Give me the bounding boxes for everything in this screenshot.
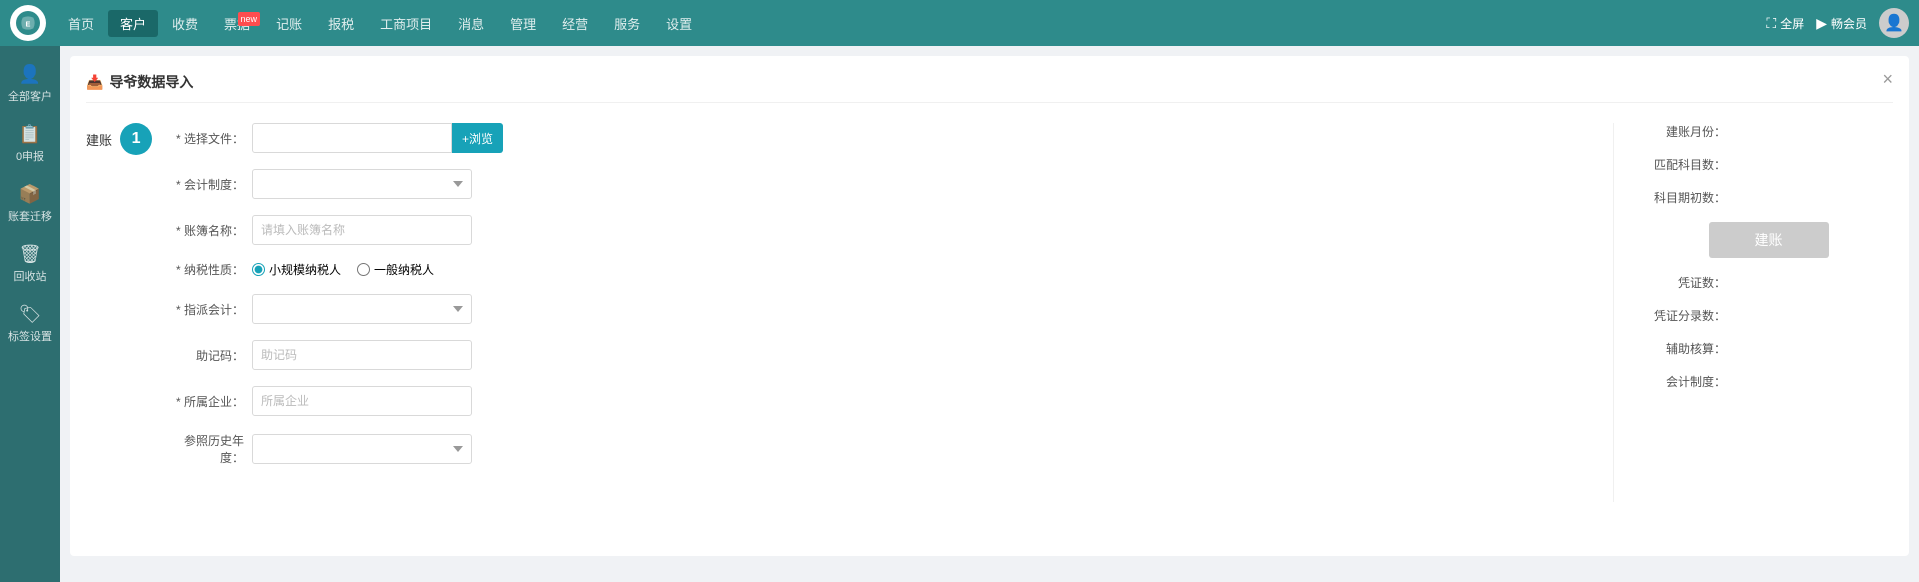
history-label: 参照历史年度： — [172, 432, 252, 466]
period-row: 科目期初数： — [1644, 189, 1893, 206]
form-right: 建账月份： 匹配科目数： 科目期初数： 建账 — [1613, 123, 1893, 502]
form-body: 建账 1 * 选择文件： +浏览 — [86, 123, 1893, 502]
panel-title: 导爷数据导入 — [109, 72, 193, 92]
nav-right-area: ⛶ 全屏 ▶ 畅会员 👤 — [1766, 8, 1909, 38]
sidebar-item-all-customers[interactable]: 👤 全部客户 — [0, 56, 60, 112]
voucher-entries-row: 凭证分录数： — [1644, 307, 1893, 324]
match-label: 匹配科目数： — [1644, 156, 1734, 173]
general-taxpayer-option[interactable]: 一般纳税人 — [357, 261, 434, 278]
company-input[interactable] — [252, 386, 472, 416]
build-btn-wrap: 建账 — [1644, 222, 1893, 258]
close-button[interactable]: × — [1882, 70, 1893, 88]
sidebar-item-tag-settings[interactable]: 🏷 标签设置 — [0, 296, 60, 352]
sidebar: 👤 全部客户 📋 0申报 📦 账套迁移 🗑 回收站 🏷 标签设置 — [0, 46, 60, 582]
voucher-row: 凭证数： — [1644, 274, 1893, 291]
accountant-label: * 指派会计： — [172, 301, 252, 318]
sidebar-item-account-migration[interactable]: 📦 账套迁移 — [0, 176, 60, 232]
panel-header: 📥 导爷数据导入 — [86, 72, 1893, 103]
accounting-label: * 会计制度： — [172, 176, 252, 193]
accounting-row: * 会计制度： — [172, 169, 1583, 199]
nav-message[interactable]: 消息 — [446, 10, 496, 37]
tag-icon: 🏷 — [19, 304, 42, 325]
app-logo: E — [10, 5, 46, 41]
accountant-select[interactable] — [252, 294, 472, 324]
memo-input[interactable] — [252, 340, 472, 370]
memo-row: 助记码： — [172, 340, 1583, 370]
file-input-wrap: +浏览 — [252, 123, 1583, 153]
svg-text:E: E — [26, 19, 31, 28]
accounting-system-row: 会计制度： — [1644, 373, 1893, 390]
company-row: * 所属企业： — [172, 386, 1583, 416]
build-account-label: 建账 — [86, 123, 112, 159]
form-left: 建账 1 * 选择文件： +浏览 — [86, 123, 1613, 502]
accounting-system-label: 会计制度： — [1644, 373, 1734, 390]
file-row: * 选择文件： +浏览 — [172, 123, 1583, 153]
nav-items: 首页 客户 收费 票据 new 记账 报税 工商项目 消息 管理 经营 服务 设… — [56, 10, 1766, 37]
nav-settings[interactable]: 设置 — [654, 10, 704, 37]
browse-button[interactable]: +浏览 — [452, 123, 503, 153]
ledger-input[interactable] — [252, 215, 472, 245]
file-input[interactable] — [252, 123, 452, 153]
nav-charge[interactable]: 收费 — [160, 10, 210, 37]
nav-customer[interactable]: 客户 — [108, 10, 158, 37]
accountant-row: * 指派会计： — [172, 294, 1583, 324]
fullscreen-btn[interactable]: ⛶ 全屏 — [1766, 15, 1804, 32]
nav-business[interactable]: 工商项目 — [368, 10, 444, 37]
file-label: * 选择文件： — [172, 130, 252, 147]
month-row: 建账月份： — [1644, 123, 1893, 140]
voucher-label: 凭证数： — [1644, 274, 1734, 291]
content-area: 📥 导爷数据导入 × 建账 1 — [60, 46, 1919, 582]
accounting-select[interactable] — [252, 169, 472, 199]
top-navigation: E 首页 客户 收费 票据 new 记账 报税 工商项目 消息 管理 经营 服务… — [0, 0, 1919, 46]
trash-icon: 🗑 — [19, 244, 42, 265]
file-icon: 📋 — [19, 124, 41, 145]
ledger-label: * 账簿名称： — [172, 222, 252, 239]
month-label: 建账月份： — [1644, 123, 1734, 140]
import-icon: 📥 — [86, 74, 103, 91]
main-layout: 👤 全部客户 📋 0申报 📦 账套迁移 🗑 回收站 🏷 标签设置 📥 导爷数据导… — [0, 46, 1919, 582]
small-taxpayer-option[interactable]: 小规模纳税人 — [252, 261, 341, 278]
nav-service[interactable]: 服务 — [602, 10, 652, 37]
step-circle: 1 — [120, 123, 152, 155]
user-avatar[interactable]: 👤 — [1879, 8, 1909, 38]
sidebar-item-zero-filing[interactable]: 📋 0申报 — [0, 116, 60, 172]
tax-label: * 纳税性质： — [172, 261, 252, 278]
small-taxpayer-radio[interactable] — [252, 263, 265, 276]
box-icon: 📦 — [19, 184, 41, 205]
aux-label: 辅助核算： — [1644, 340, 1734, 357]
aux-row: 辅助核算： — [1644, 340, 1893, 357]
history-select[interactable] — [252, 434, 472, 464]
tax-radio-group: 小规模纳税人 一般纳税人 — [252, 261, 434, 278]
sidebar-item-recycle[interactable]: 🗑 回收站 — [0, 236, 60, 292]
nav-invoice[interactable]: 票据 new — [212, 10, 262, 37]
ledger-row: * 账簿名称： — [172, 215, 1583, 245]
period-label: 科目期初数： — [1644, 189, 1734, 206]
match-row: 匹配科目数： — [1644, 156, 1893, 173]
general-taxpayer-radio[interactable] — [357, 263, 370, 276]
nav-home[interactable]: 首页 — [56, 10, 106, 37]
nav-operation[interactable]: 经营 — [550, 10, 600, 37]
import-panel: 📥 导爷数据导入 × 建账 1 — [70, 56, 1909, 556]
history-row: 参照历史年度： — [172, 432, 1583, 466]
build-account-button[interactable]: 建账 — [1709, 222, 1829, 258]
voucher-entries-label: 凭证分录数： — [1644, 307, 1734, 324]
tax-row: * 纳税性质： 小规模纳税人 一般纳税人 — [172, 261, 1583, 278]
user-icon: 👤 — [19, 64, 41, 85]
vip-btn[interactable]: ▶ 畅会员 — [1816, 15, 1867, 32]
form-fields: * 选择文件： +浏览 * 会计制度： — [172, 123, 1583, 482]
company-label: * 所属企业： — [172, 393, 252, 410]
nav-bookkeeping[interactable]: 记账 — [264, 10, 314, 37]
nav-tax[interactable]: 报税 — [316, 10, 366, 37]
memo-label: 助记码： — [172, 347, 252, 364]
new-badge: new — [238, 12, 261, 26]
build-account-section: 建账 1 * 选择文件： +浏览 — [86, 123, 1583, 482]
nav-manage[interactable]: 管理 — [498, 10, 548, 37]
